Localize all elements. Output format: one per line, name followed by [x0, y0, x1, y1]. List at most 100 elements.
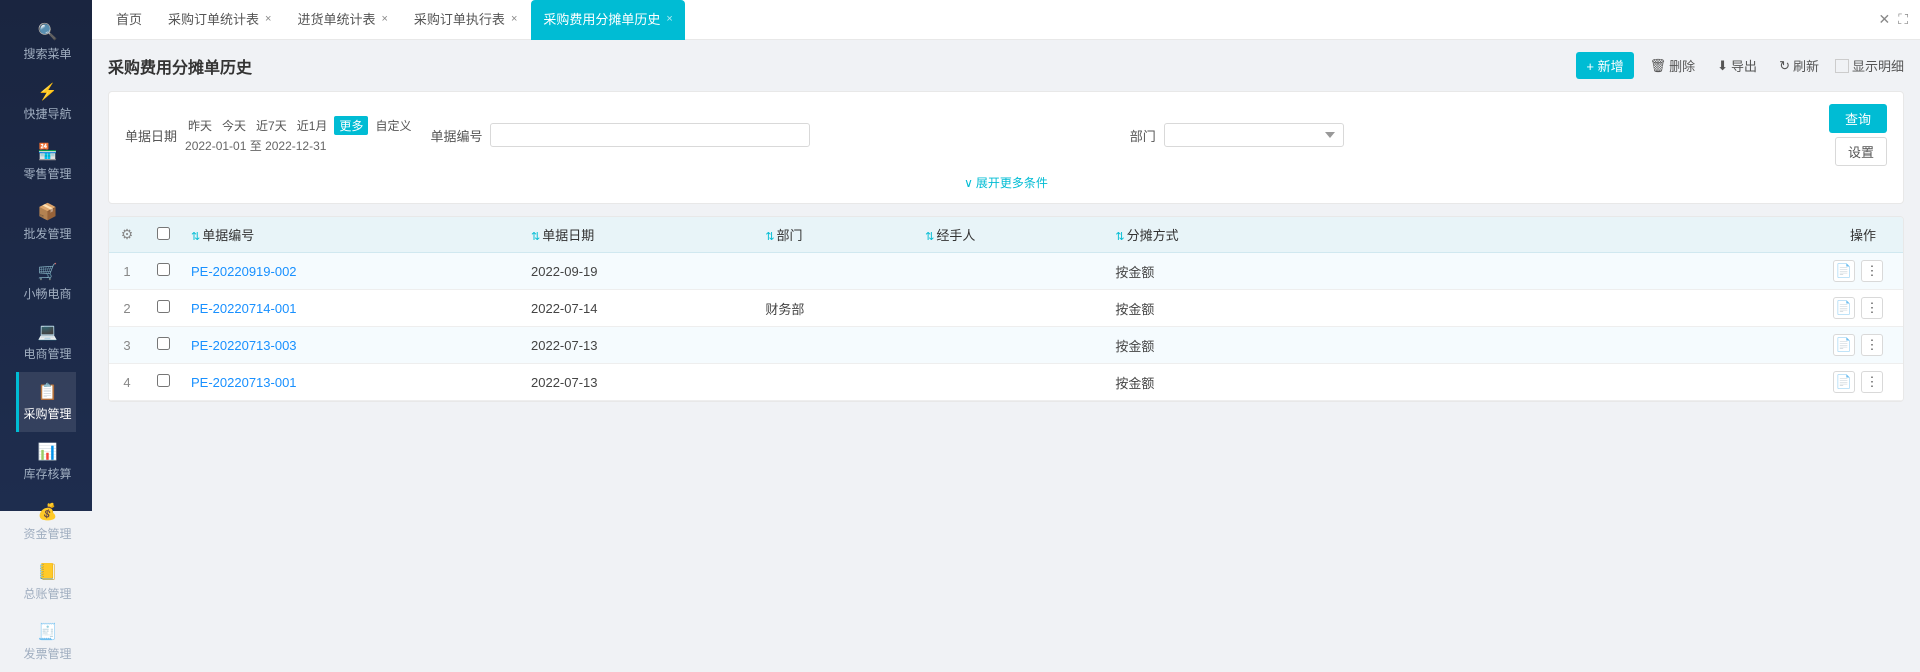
row-department-1: 财务部 [755, 290, 915, 327]
shortcut-7days[interactable]: 近7天 [253, 116, 290, 135]
view-action-1[interactable]: 📄 [1833, 297, 1855, 319]
row-num-2: 3 [109, 327, 145, 364]
row-select-checkbox-2[interactable] [157, 337, 170, 350]
main-area: 首页采购订单统计表×进货单统计表×采购订单执行表×采购费用分摊单历史× ✕ ⛶ … [92, 0, 1920, 511]
more-action-1[interactable]: ⋮ [1861, 297, 1883, 319]
tab-close-purchase-order-stats[interactable]: × [265, 13, 271, 25]
row-split-method-3: 按金额 [1105, 364, 1823, 401]
sidebar-item-accounting[interactable]: 📒总账管理 [16, 552, 75, 612]
sidebar-label-retail: 零售管理 [23, 165, 71, 182]
sidebar-item-ecommerce-small[interactable]: 🛒 小畅电商 [16, 252, 75, 312]
more-action-0[interactable]: ⋮ [1861, 260, 1883, 282]
col-settings[interactable]: ⚙ [109, 217, 145, 253]
refresh-button[interactable]: ↻ 刷新 [1773, 52, 1825, 79]
tab-close-purchase-order-exec[interactable]: × [511, 13, 517, 25]
tab-close-purchase-cost-split[interactable]: × [666, 13, 672, 25]
row-select-checkbox-3[interactable] [157, 374, 170, 387]
select-all-checkbox[interactable] [157, 227, 170, 240]
sidebar-item-ecommerce[interactable]: 💻电商管理 [16, 312, 75, 372]
row-num-0: 1 [109, 253, 145, 290]
sidebar-icon-accounting: 📒 [38, 562, 58, 582]
row-order-no-3: PE-20220713-001 [181, 364, 521, 401]
col-date[interactable]: ⇅单据日期 [521, 217, 755, 253]
row-order-no-1: PE-20220714-001 [181, 290, 521, 327]
sidebar-label-ecommerce-small: 小畅电商 [23, 285, 71, 302]
tab-home[interactable]: 首页 [104, 0, 154, 40]
view-action-2[interactable]: 📄 [1833, 334, 1855, 356]
order-no-input[interactable] [490, 123, 810, 147]
row-order-no-link-3[interactable]: PE-20220713-001 [191, 375, 297, 390]
sidebar-label-search: 搜索菜单 [23, 45, 71, 62]
sidebar-item-invoice[interactable]: 🧾发票管理 [16, 612, 75, 672]
order-no-label: 单据编号 [430, 126, 482, 145]
view-action-3[interactable]: 📄 [1833, 371, 1855, 393]
row-checkbox-1 [145, 290, 181, 327]
row-actions-3: 📄 ⋮ [1823, 364, 1903, 401]
row-select-checkbox-1[interactable] [157, 300, 170, 313]
sidebar-item-retail[interactable]: 🏪零售管理 [16, 132, 75, 192]
shortcut-yesterday[interactable]: 昨天 [185, 116, 215, 135]
more-action-3[interactable]: ⋮ [1861, 371, 1883, 393]
add-button[interactable]: + 新增 [1576, 52, 1633, 79]
row-num-3: 4 [109, 364, 145, 401]
toolbar: + 新增 🗑 删除 ⬇ 导出 ↻ 刷新 显示明细 [1576, 52, 1904, 79]
maximize-window-icon[interactable]: ⛶ [1898, 11, 1908, 28]
page-header: 采购费用分摊单历史 + 新增 🗑 删除 ⬇ 导出 ↻ 刷新 显示明细 [108, 52, 1904, 79]
tab-close-purchase-goods-stats[interactable]: × [381, 13, 387, 25]
sidebar-item-inventory[interactable]: 📊库存核算 [16, 432, 75, 492]
show-columns-checkbox[interactable] [1835, 59, 1849, 73]
row-select-checkbox-0[interactable] [157, 263, 170, 276]
page-title: 采购费用分摊单历史 [108, 54, 252, 78]
actions-cell-1: 📄 ⋮ [1833, 297, 1893, 319]
table-header-row: ⚙ ⇅单据编号 ⇅单据日期 ⇅部门 [109, 217, 1903, 253]
row-order-no-link-2[interactable]: PE-20220713-003 [191, 338, 297, 353]
close-window-icon[interactable]: ✕ [1878, 11, 1890, 28]
more-action-2[interactable]: ⋮ [1861, 334, 1883, 356]
col-handler[interactable]: ⇅经手人 [915, 217, 1105, 253]
sidebar-icon-wholesale: 📦 [38, 202, 58, 222]
date-filter-controls: 昨天 今天 近7天 近1月 更多 自定义 2022-01-01 至 2022-1… [185, 116, 414, 154]
row-order-no-link-0[interactable]: PE-20220919-002 [191, 264, 297, 279]
sidebar-item-purchase[interactable]: 📋采购管理 [16, 372, 75, 432]
sidebar-item-wholesale[interactable]: 📦批发管理 [16, 192, 75, 252]
shortcut-1month[interactable]: 近1月 [294, 116, 331, 135]
sidebar-item-finance[interactable]: 💰资金管理 [16, 492, 75, 552]
tab-label-purchase-cost-split: 采购费用分摊单历史 [543, 9, 660, 28]
show-columns-toggle[interactable]: 显示明细 [1835, 56, 1904, 75]
row-date-3: 2022-07-13 [521, 364, 755, 401]
query-button[interactable]: 查询 [1829, 104, 1887, 133]
filter-area: 单据日期 昨天 今天 近7天 近1月 更多 自定义 2022-01-01 至 2… [108, 91, 1904, 204]
filter-buttons: 查询 设置 [1829, 104, 1887, 166]
tab-purchase-goods-stats[interactable]: 进货单统计表× [285, 0, 399, 40]
page-content: 采购费用分摊单历史 + 新增 🗑 删除 ⬇ 导出 ↻ 刷新 显示明细 [92, 40, 1920, 511]
tab-purchase-order-exec[interactable]: 采购订单执行表× [402, 0, 529, 40]
filter-settings-button[interactable]: 设置 [1835, 137, 1887, 166]
sort-icon-department: ⇅ [765, 231, 774, 243]
row-order-no-link-1[interactable]: PE-20220714-001 [191, 301, 297, 316]
sidebar-icon-quick-nav: ⚡ [38, 82, 58, 102]
view-action-0[interactable]: 📄 [1833, 260, 1855, 282]
row-actions-0: 📄 ⋮ [1823, 253, 1903, 290]
department-select[interactable] [1164, 123, 1344, 147]
tab-purchase-order-stats[interactable]: 采购订单统计表× [156, 0, 283, 40]
row-split-method-1: 按金额 [1105, 290, 1823, 327]
tab-purchase-cost-split[interactable]: 采购费用分摊单历史 × [531, 0, 684, 40]
expand-conditions[interactable]: ∨ 展开更多条件 [125, 174, 1887, 191]
shortcut-today[interactable]: 今天 [219, 116, 249, 135]
sidebar-icon-purchase: 📋 [38, 382, 58, 402]
col-actions: 操作 [1823, 217, 1903, 253]
sidebar-label-inventory: 库存核算 [23, 465, 71, 482]
sidebar-item-search[interactable]: 🔍搜索菜单 [16, 12, 75, 72]
delete-button[interactable]: 🗑 删除 [1644, 52, 1702, 79]
sidebar-label-finance: 资金管理 [23, 525, 71, 542]
col-department[interactable]: ⇅部门 [755, 217, 915, 253]
shortcut-custom[interactable]: 自定义 [372, 116, 414, 135]
settings-icon[interactable]: ⚙ [121, 226, 134, 242]
filter-row: 单据日期 昨天 今天 近7天 近1月 更多 自定义 2022-01-01 至 2… [125, 104, 1887, 166]
col-order-no[interactable]: ⇅单据编号 [181, 217, 521, 253]
shortcut-more[interactable]: 更多 [334, 116, 368, 135]
sidebar-item-quick-nav[interactable]: ⚡快捷导航 [16, 72, 75, 132]
export-button[interactable]: ⬇ 导出 [1711, 52, 1763, 79]
col-split-method[interactable]: ⇅分摊方式 [1105, 217, 1823, 253]
sidebar-icon-ecommerce-small: 🛒 [38, 262, 58, 282]
